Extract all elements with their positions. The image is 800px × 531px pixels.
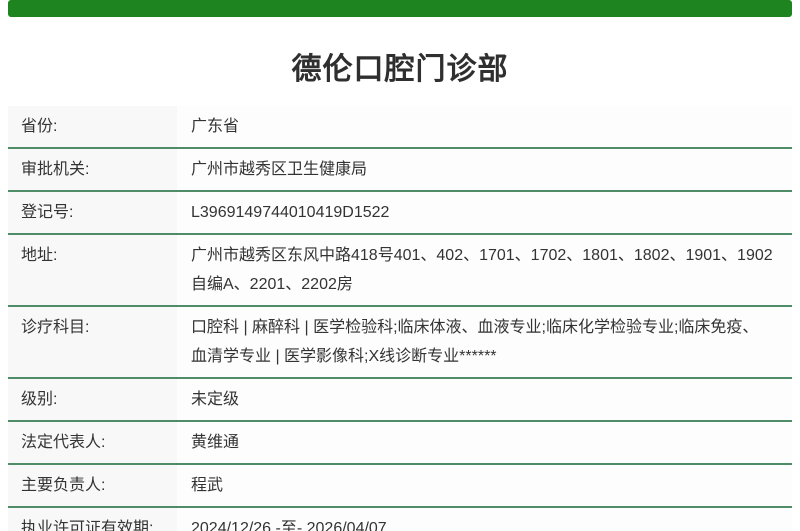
row-label: 法定代表人: bbox=[8, 422, 177, 463]
table-row-address: 地址: 广州市越秀区东风中路418号401、402、1701、1702、1801… bbox=[8, 233, 792, 305]
table-row-province: 省份: 广东省 bbox=[8, 106, 792, 147]
row-value: 程武 bbox=[177, 465, 792, 506]
row-value: 2024/12/26 -至- 2026/04/07 bbox=[177, 508, 792, 531]
row-value: 未定级 bbox=[177, 379, 792, 420]
row-label: 诊疗科目: bbox=[8, 307, 177, 377]
row-value: 广东省 bbox=[177, 106, 792, 147]
top-accent-bar bbox=[8, 0, 792, 17]
row-value: 口腔科 | 麻醉科 | 医学检验科;临床体液、血液专业;临床化学检验专业;临床免… bbox=[177, 307, 792, 377]
table-row-person-in-charge: 主要负责人: 程武 bbox=[8, 463, 792, 506]
row-label: 登记号: bbox=[8, 192, 177, 233]
table-row-registration-number: 登记号: L3969149744010419D1522 bbox=[8, 190, 792, 233]
table-row-legal-representative: 法定代表人: 黄维通 bbox=[8, 420, 792, 463]
row-label: 省份: bbox=[8, 106, 177, 147]
page: { "page": { "title": "德伦口腔门诊部" }, "color… bbox=[0, 0, 800, 531]
row-label: 主要负责人: bbox=[8, 465, 177, 506]
table-row-medical-subjects: 诊疗科目: 口腔科 | 麻醉科 | 医学检验科;临床体液、血液专业;临床化学检验… bbox=[8, 305, 792, 377]
row-label: 审批机关: bbox=[8, 149, 177, 190]
row-value: 黄维通 bbox=[177, 422, 792, 463]
table-row-license-validity: 执业许可证有效期: 2024/12/26 -至- 2026/04/07 bbox=[8, 506, 792, 531]
row-value: 广州市越秀区东风中路418号401、402、1701、1702、1801、180… bbox=[177, 235, 792, 305]
row-label: 地址: bbox=[8, 235, 177, 305]
row-value: L3969149744010419D1522 bbox=[177, 192, 792, 233]
table-row-level: 级别: 未定级 bbox=[8, 377, 792, 420]
row-value: 广州市越秀区卫生健康局 bbox=[177, 149, 792, 190]
row-label: 级别: bbox=[8, 379, 177, 420]
page-title: 德伦口腔门诊部 bbox=[0, 44, 800, 88]
row-label: 执业许可证有效期: bbox=[8, 508, 177, 531]
table-row-approval-authority: 审批机关: 广州市越秀区卫生健康局 bbox=[8, 147, 792, 190]
clinic-info-table: 省份: 广东省 审批机关: 广州市越秀区卫生健康局 登记号: L39691497… bbox=[8, 106, 792, 531]
